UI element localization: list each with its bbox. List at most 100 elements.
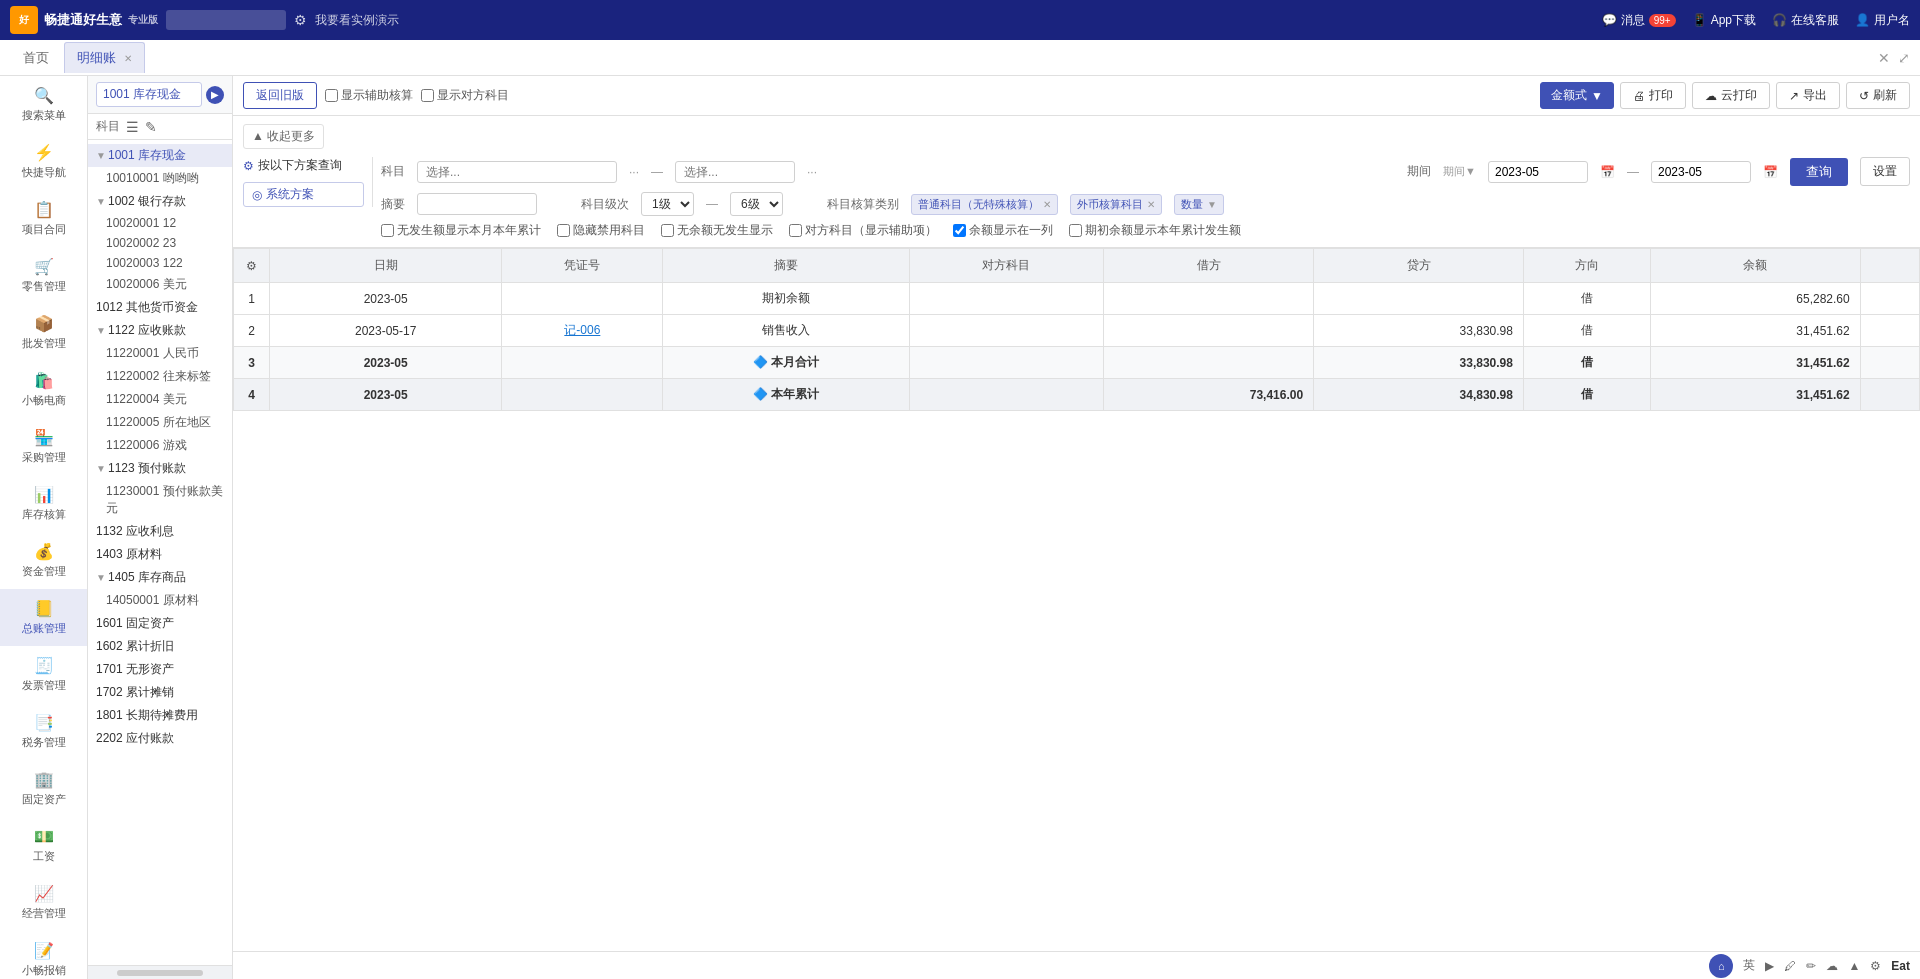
sidebar-item-tax[interactable]: 📑 税务管理 — [0, 703, 87, 760]
status-lang-btn[interactable]: 英 — [1743, 957, 1755, 974]
return-old-btn[interactable]: 返回旧版 — [243, 82, 317, 109]
level-end-select[interactable]: 6级5级4级 — [730, 192, 783, 216]
status-up-btn[interactable]: ▲ — [1848, 959, 1860, 973]
tab-close-icon[interactable]: ✕ — [124, 53, 132, 64]
show-aux-checkbox[interactable] — [325, 89, 338, 102]
print-btn[interactable]: 🖨 打印 — [1620, 82, 1686, 109]
tree-item-1601[interactable]: 1601 固定资产 — [88, 612, 232, 635]
cb-no-balance[interactable]: 无余额无发生显示 — [661, 222, 773, 239]
date-icon-2[interactable]: 📅 — [1763, 165, 1778, 179]
cloud-print-btn[interactable]: ☁ 云打印 — [1692, 82, 1770, 109]
subject-input-2[interactable] — [675, 161, 795, 183]
tree-item-1123[interactable]: ▼ 1123 预付账款 — [88, 457, 232, 480]
tree-item-1132[interactable]: 1132 应收利息 — [88, 520, 232, 543]
tab-maximize[interactable]: ⤢ — [1898, 50, 1910, 66]
sidebar-item-capital[interactable]: 💰 资金管理 — [0, 532, 87, 589]
tree-item-1403[interactable]: 1403 原材料 — [88, 543, 232, 566]
status-edit-btn[interactable]: ✏ — [1806, 959, 1816, 973]
cb-hide-disabled-input[interactable] — [557, 224, 570, 237]
status-cloud-btn[interactable]: ☁ — [1826, 959, 1838, 973]
tree-item-1002[interactable]: ▼ 1002 银行存款 — [88, 190, 232, 213]
cb-opposite-input[interactable] — [789, 224, 802, 237]
cb-hide-disabled[interactable]: 隐藏禁用科目 — [557, 222, 645, 239]
status-arrow-btn[interactable]: ▶ — [1765, 959, 1774, 973]
tree-item-1405[interactable]: ▼ 1405 库存商品 — [88, 566, 232, 589]
edit-icon[interactable]: ✎ — [145, 119, 157, 135]
top-search-input[interactable] — [166, 10, 286, 30]
format-dropdown-btn[interactable]: 金额式 ▼ — [1540, 82, 1614, 109]
tree-item-1701[interactable]: 1701 无形资产 — [88, 658, 232, 681]
sidebar-item-salary[interactable]: 💵 工资 — [0, 817, 87, 874]
tag-foreign-close[interactable]: ✕ — [1147, 199, 1155, 210]
sidebar-item-retail[interactable]: 🛒 零售管理 — [0, 247, 87, 304]
tree-item-1012[interactable]: 1012 其他货币资金 — [88, 296, 232, 319]
tree-item-1602[interactable]: 1602 累计折旧 — [88, 635, 232, 658]
cb-no-occurrence[interactable]: 无发生额显示本月本年累计 — [381, 222, 541, 239]
sidebar-item-sales-report[interactable]: 📝 小畅报销 — [0, 931, 87, 979]
account-tree-body[interactable]: ▼ 1001 库存现金 10010001 哟哟哟 ▼ 1002 银行存款 100… — [88, 140, 232, 965]
query-btn[interactable]: 查询 — [1790, 158, 1848, 186]
sidebar-item-contract[interactable]: 📋 项目合同 — [0, 190, 87, 247]
tree-item-10020003[interactable]: 10020003 122 — [88, 253, 232, 273]
tree-item-11220006[interactable]: 11220006 游戏 — [88, 434, 232, 457]
sidebar-item-ledger[interactable]: 📒 总账管理 — [0, 589, 87, 646]
tag-foreign[interactable]: 外币核算科目 ✕ — [1070, 194, 1162, 215]
show-opposite-checkbox-label[interactable]: 显示对方科目 — [421, 87, 509, 104]
tree-item-11220001[interactable]: 11220001 人民币 — [88, 342, 232, 365]
tree-item-1801[interactable]: 1801 长期待摊费用 — [88, 704, 232, 727]
tree-item-11230001[interactable]: 11230001 预付账款美元 — [88, 480, 232, 520]
cb-balance-row-input[interactable] — [953, 224, 966, 237]
cb-balance-row[interactable]: 余额显示在一列 — [953, 222, 1053, 239]
account-nav-btn[interactable]: ▶ — [206, 86, 224, 104]
demo-label[interactable]: 我要看实例演示 — [315, 12, 399, 29]
voucher-link[interactable]: 记-006 — [564, 323, 600, 337]
tree-scrollbar[interactable] — [88, 965, 232, 979]
sidebar-item-assets[interactable]: 🏢 固定资产 — [0, 760, 87, 817]
data-table-container[interactable]: ⚙ 日期 凭证号 摘要 对方科目 借方 贷方 方向 余额 — [233, 248, 1920, 951]
period-end-input[interactable] — [1651, 161, 1751, 183]
app-download-btn[interactable]: 📱 App下载 — [1692, 12, 1756, 29]
tree-item-1122[interactable]: ▼ 1122 应收账款 — [88, 319, 232, 342]
setting-btn[interactable]: 设置 — [1860, 157, 1910, 186]
level-start-select[interactable]: 1级2级3级 — [641, 192, 694, 216]
show-opposite-checkbox[interactable] — [421, 89, 434, 102]
tree-item-1702[interactable]: 1702 累计摊销 — [88, 681, 232, 704]
online-service-btn[interactable]: 🎧 在线客服 — [1772, 12, 1839, 29]
sidebar-item-purchase[interactable]: 🏪 采购管理 — [0, 418, 87, 475]
tree-item-11220005[interactable]: 11220005 所在地区 — [88, 411, 232, 434]
period-start-input[interactable] — [1488, 161, 1588, 183]
tree-item-10020006[interactable]: 10020006 美元 — [88, 273, 232, 296]
settings-icon[interactable]: ⚙ — [294, 12, 307, 28]
tag-normal[interactable]: 普通科目（无特殊核算） ✕ — [911, 194, 1058, 215]
show-aux-checkbox-label[interactable]: 显示辅助核算 — [325, 87, 413, 104]
tree-item-10020002[interactable]: 10020002 23 — [88, 233, 232, 253]
tab-close-window[interactable]: ✕ — [1878, 50, 1890, 66]
sidebar-item-quicknav[interactable]: ⚡ 快捷导航 — [0, 133, 87, 190]
cb-opening[interactable]: 期初余额显示本年累计发生额 — [1069, 222, 1241, 239]
sidebar-item-ops[interactable]: 📈 经营管理 — [0, 874, 87, 931]
cb-no-balance-input[interactable] — [661, 224, 674, 237]
export-btn[interactable]: ↗ 导出 — [1776, 82, 1840, 109]
date-icon-1[interactable]: 📅 — [1600, 165, 1615, 179]
th-gear[interactable]: ⚙ — [234, 249, 270, 283]
user-avatar[interactable]: 👤 用户名 — [1855, 12, 1910, 29]
cb-no-occurrence-input[interactable] — [381, 224, 394, 237]
tree-item-11220002[interactable]: 11220002 往来标签 — [88, 365, 232, 388]
message-btn[interactable]: 💬 消息 99+ — [1602, 12, 1676, 29]
collapse-btn[interactable]: ▲ 收起更多 — [243, 124, 324, 149]
tag-quantity[interactable]: 数量 ▼ — [1174, 194, 1224, 215]
tree-item-10010001[interactable]: 10010001 哟哟哟 — [88, 167, 232, 190]
refresh-btn[interactable]: ↺ 刷新 — [1846, 82, 1910, 109]
tag-normal-close[interactable]: ✕ — [1043, 199, 1051, 210]
sidebar-item-ecommerce[interactable]: 🛍️ 小畅电商 — [0, 361, 87, 418]
account-selected[interactable]: 1001 库存现金 — [96, 82, 202, 107]
system-scheme-btn[interactable]: ◎ 系统方案 — [243, 182, 364, 207]
cb-opening-input[interactable] — [1069, 224, 1082, 237]
status-home-btn[interactable]: ⌂ — [1709, 954, 1733, 978]
status-settings-btn[interactable]: ⚙ — [1870, 959, 1881, 973]
tab-detail[interactable]: 明细账 ✕ — [64, 42, 145, 73]
tab-home[interactable]: 首页 — [10, 42, 62, 73]
sidebar-item-search[interactable]: 🔍 搜索菜单 — [0, 76, 87, 133]
sidebar-item-invoice[interactable]: 🧾 发票管理 — [0, 646, 87, 703]
tree-item-11220004[interactable]: 11220004 美元 — [88, 388, 232, 411]
